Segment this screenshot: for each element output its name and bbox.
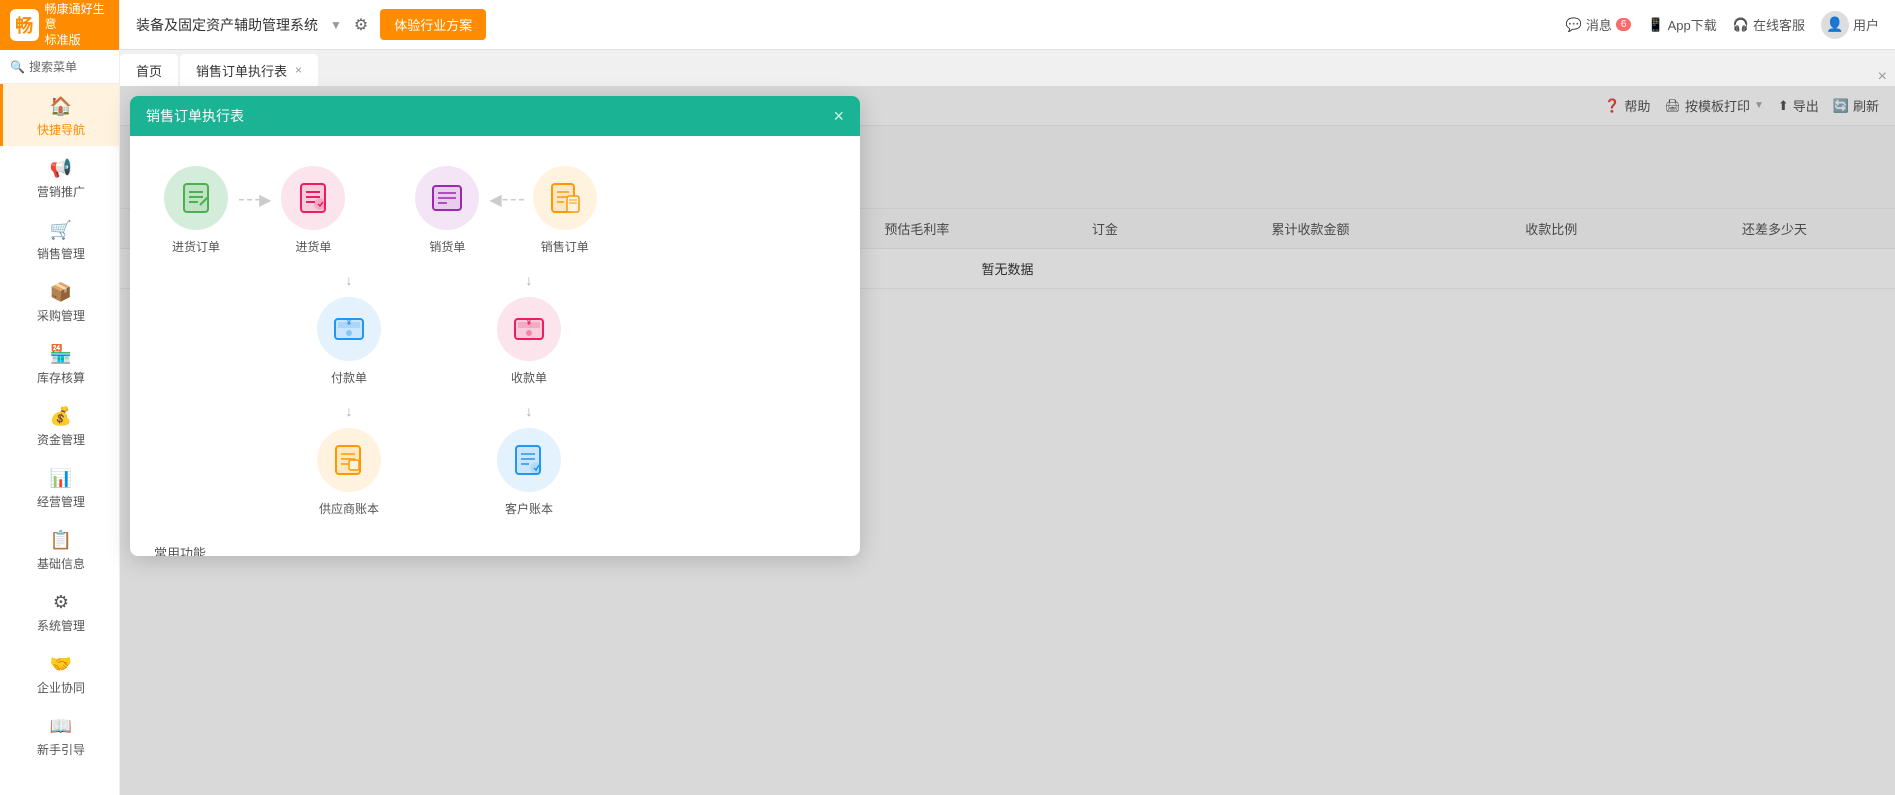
sales-order-label: 销售订单: [541, 238, 589, 255]
svg-text:¥: ¥: [347, 320, 351, 327]
purchase-order-circle: [164, 166, 228, 230]
app-download-button[interactable]: 📱 App下载: [1647, 15, 1716, 34]
customer-ledger-circle: [497, 428, 561, 492]
purchase-icon: 📦: [50, 282, 72, 303]
header: 装备及固定资产辅助管理系统 ▼ ⚙ 体验行业方案 💬 消息 6 📱 App下载 …: [120, 0, 1895, 50]
collab-icon: 🤝: [50, 654, 72, 675]
tab-close-icon[interactable]: ×: [295, 63, 302, 77]
svg-text:¥: ¥: [527, 320, 531, 327]
settings-icon[interactable]: ⚙: [354, 15, 368, 35]
inventory-icon: 🏪: [50, 344, 72, 365]
sales-order-circle: [533, 166, 597, 230]
purchase-bill-label: 进货单: [295, 238, 331, 255]
flow-node-payment-out[interactable]: ¥ 付款单: [284, 287, 414, 396]
payment-out-label: 付款单: [331, 369, 367, 386]
flow-node-payment-in[interactable]: ¥ 收款单: [464, 287, 594, 396]
sales-icon: 🛒: [50, 220, 72, 241]
finance-icon: 💰: [50, 406, 72, 427]
flow-node-customer-ledger[interactable]: 客户账本: [464, 418, 594, 527]
flow-node-purchase-order[interactable]: 进货订单: [154, 156, 238, 265]
sidebar-item-collab[interactable]: 🤝 企业协同: [0, 642, 119, 704]
guide-icon: 📖: [50, 716, 72, 737]
supplier-ledger-label: 供应商账本: [319, 500, 379, 517]
message-button[interactable]: 💬 消息 6: [1566, 15, 1632, 34]
sales-bill-circle: [415, 166, 479, 230]
basic-icon: 📋: [50, 530, 72, 551]
phone-icon: 📱: [1647, 17, 1663, 33]
logo-icon: 畅: [10, 9, 39, 41]
flow-node-purchase-bill[interactable]: 进货单: [271, 156, 355, 265]
sidebar: 畅 畅康通好生意 标准版 🔍 搜索菜单 🏠 快捷导航 📢 营销推广 🛒 销售管理…: [0, 0, 120, 795]
sidebar-item-operations[interactable]: 📊 经营管理: [0, 456, 119, 518]
avatar: 👤: [1821, 11, 1849, 39]
online-service-button[interactable]: 🎧 在线客服: [1733, 15, 1805, 34]
tab-home[interactable]: 首页: [120, 54, 178, 86]
down-arrow-sales-bill: ↓: [526, 273, 533, 287]
home-icon: 🏠: [50, 96, 72, 117]
sidebar-item-quick-nav[interactable]: 🏠 快捷导航: [0, 84, 119, 146]
payment-in-label: 收款单: [511, 369, 547, 386]
sidebar-nav: 🏠 快捷导航 📢 营销推广 🛒 销售管理 📦 采购管理 🏪 库存核算 💰 资金管…: [0, 84, 119, 795]
logo-text: 畅康通好生意 标准版: [45, 2, 109, 49]
sidebar-item-basic[interactable]: 📋 基础信息: [0, 518, 119, 580]
sidebar-item-system[interactable]: ⚙ 系统管理: [0, 580, 119, 642]
modal-dialog: 销售订单执行表 × 进货订单 - - -: [130, 96, 860, 556]
sidebar-logo: 畅 畅康通好生意 标准版: [0, 0, 119, 50]
payment-in-circle: ¥: [497, 297, 561, 361]
system-icon: ⚙: [53, 592, 69, 613]
down-arrow-payment-in: ↓: [526, 404, 533, 418]
purchase-bill-circle: [281, 166, 345, 230]
sidebar-item-purchase[interactable]: 📦 采购管理: [0, 270, 119, 332]
search-menu[interactable]: 🔍 搜索菜单: [0, 50, 119, 84]
sidebar-item-guide[interactable]: 📖 新手引导: [0, 704, 119, 766]
user-menu-button[interactable]: 👤 用户: [1821, 11, 1879, 39]
sales-bill-label: 销货单: [429, 238, 465, 255]
header-title: 装备及固定资产辅助管理系统: [136, 15, 318, 35]
down-arrow-payment-out: ↓: [346, 404, 353, 418]
trial-button[interactable]: 体验行业方案: [380, 9, 486, 40]
flow-node-supplier-ledger[interactable]: 供应商账本: [284, 418, 414, 527]
modal-header: 销售订单执行表 ×: [130, 96, 860, 136]
tabs-close-all-icon[interactable]: ×: [1878, 68, 1895, 86]
sidebar-item-marketing[interactable]: 📢 营销推广: [0, 146, 119, 208]
customer-ledger-label: 客户账本: [505, 500, 553, 517]
message-badge: 6: [1616, 18, 1632, 31]
common-funcs-title: 常用功能: [154, 543, 836, 556]
purchase-order-label: 进货订单: [172, 238, 220, 255]
modal-body: 进货订单 - - - ▶ 进货单: [130, 136, 860, 556]
header-right: 💬 消息 6 📱 App下载 🎧 在线客服 👤 用户: [1566, 11, 1879, 39]
common-functions: 常用功能 商品 往来单位 现存量(库存状况表) 现存量(库存分布表) 销售毛利分…: [154, 543, 836, 556]
flow-diagram: 进货订单 - - - ▶ 进货单: [154, 156, 836, 556]
headset-icon: 🎧: [1733, 17, 1749, 33]
dropdown-arrow-icon[interactable]: ▼: [330, 18, 342, 32]
tab-sales-order-exec[interactable]: 销售订单执行表 ×: [180, 54, 318, 86]
tab-bar: 首页 销售订单执行表 × ×: [120, 50, 1895, 86]
modal-overlay: 销售订单执行表 × 进货订单 - - -: [120, 86, 1895, 795]
search-icon: 🔍: [10, 60, 25, 74]
sidebar-item-sales[interactable]: 🛒 销售管理: [0, 208, 119, 270]
sidebar-item-inventory[interactable]: 🏪 库存核算: [0, 332, 119, 394]
flow-node-sales-bill[interactable]: 销货单: [405, 156, 489, 265]
supplier-ledger-circle: [317, 428, 381, 492]
down-arrow-purchase-bill: ↓: [346, 273, 353, 287]
sidebar-item-finance[interactable]: 💰 资金管理: [0, 394, 119, 456]
marketing-icon: 📢: [50, 158, 72, 179]
operations-icon: 📊: [50, 468, 72, 489]
flow-node-sales-order[interactable]: 销售订单: [523, 156, 607, 265]
modal-title: 销售订单执行表: [146, 106, 833, 126]
payment-out-circle: ¥: [317, 297, 381, 361]
message-icon: 💬: [1566, 17, 1582, 33]
modal-close-button[interactable]: ×: [833, 106, 844, 127]
